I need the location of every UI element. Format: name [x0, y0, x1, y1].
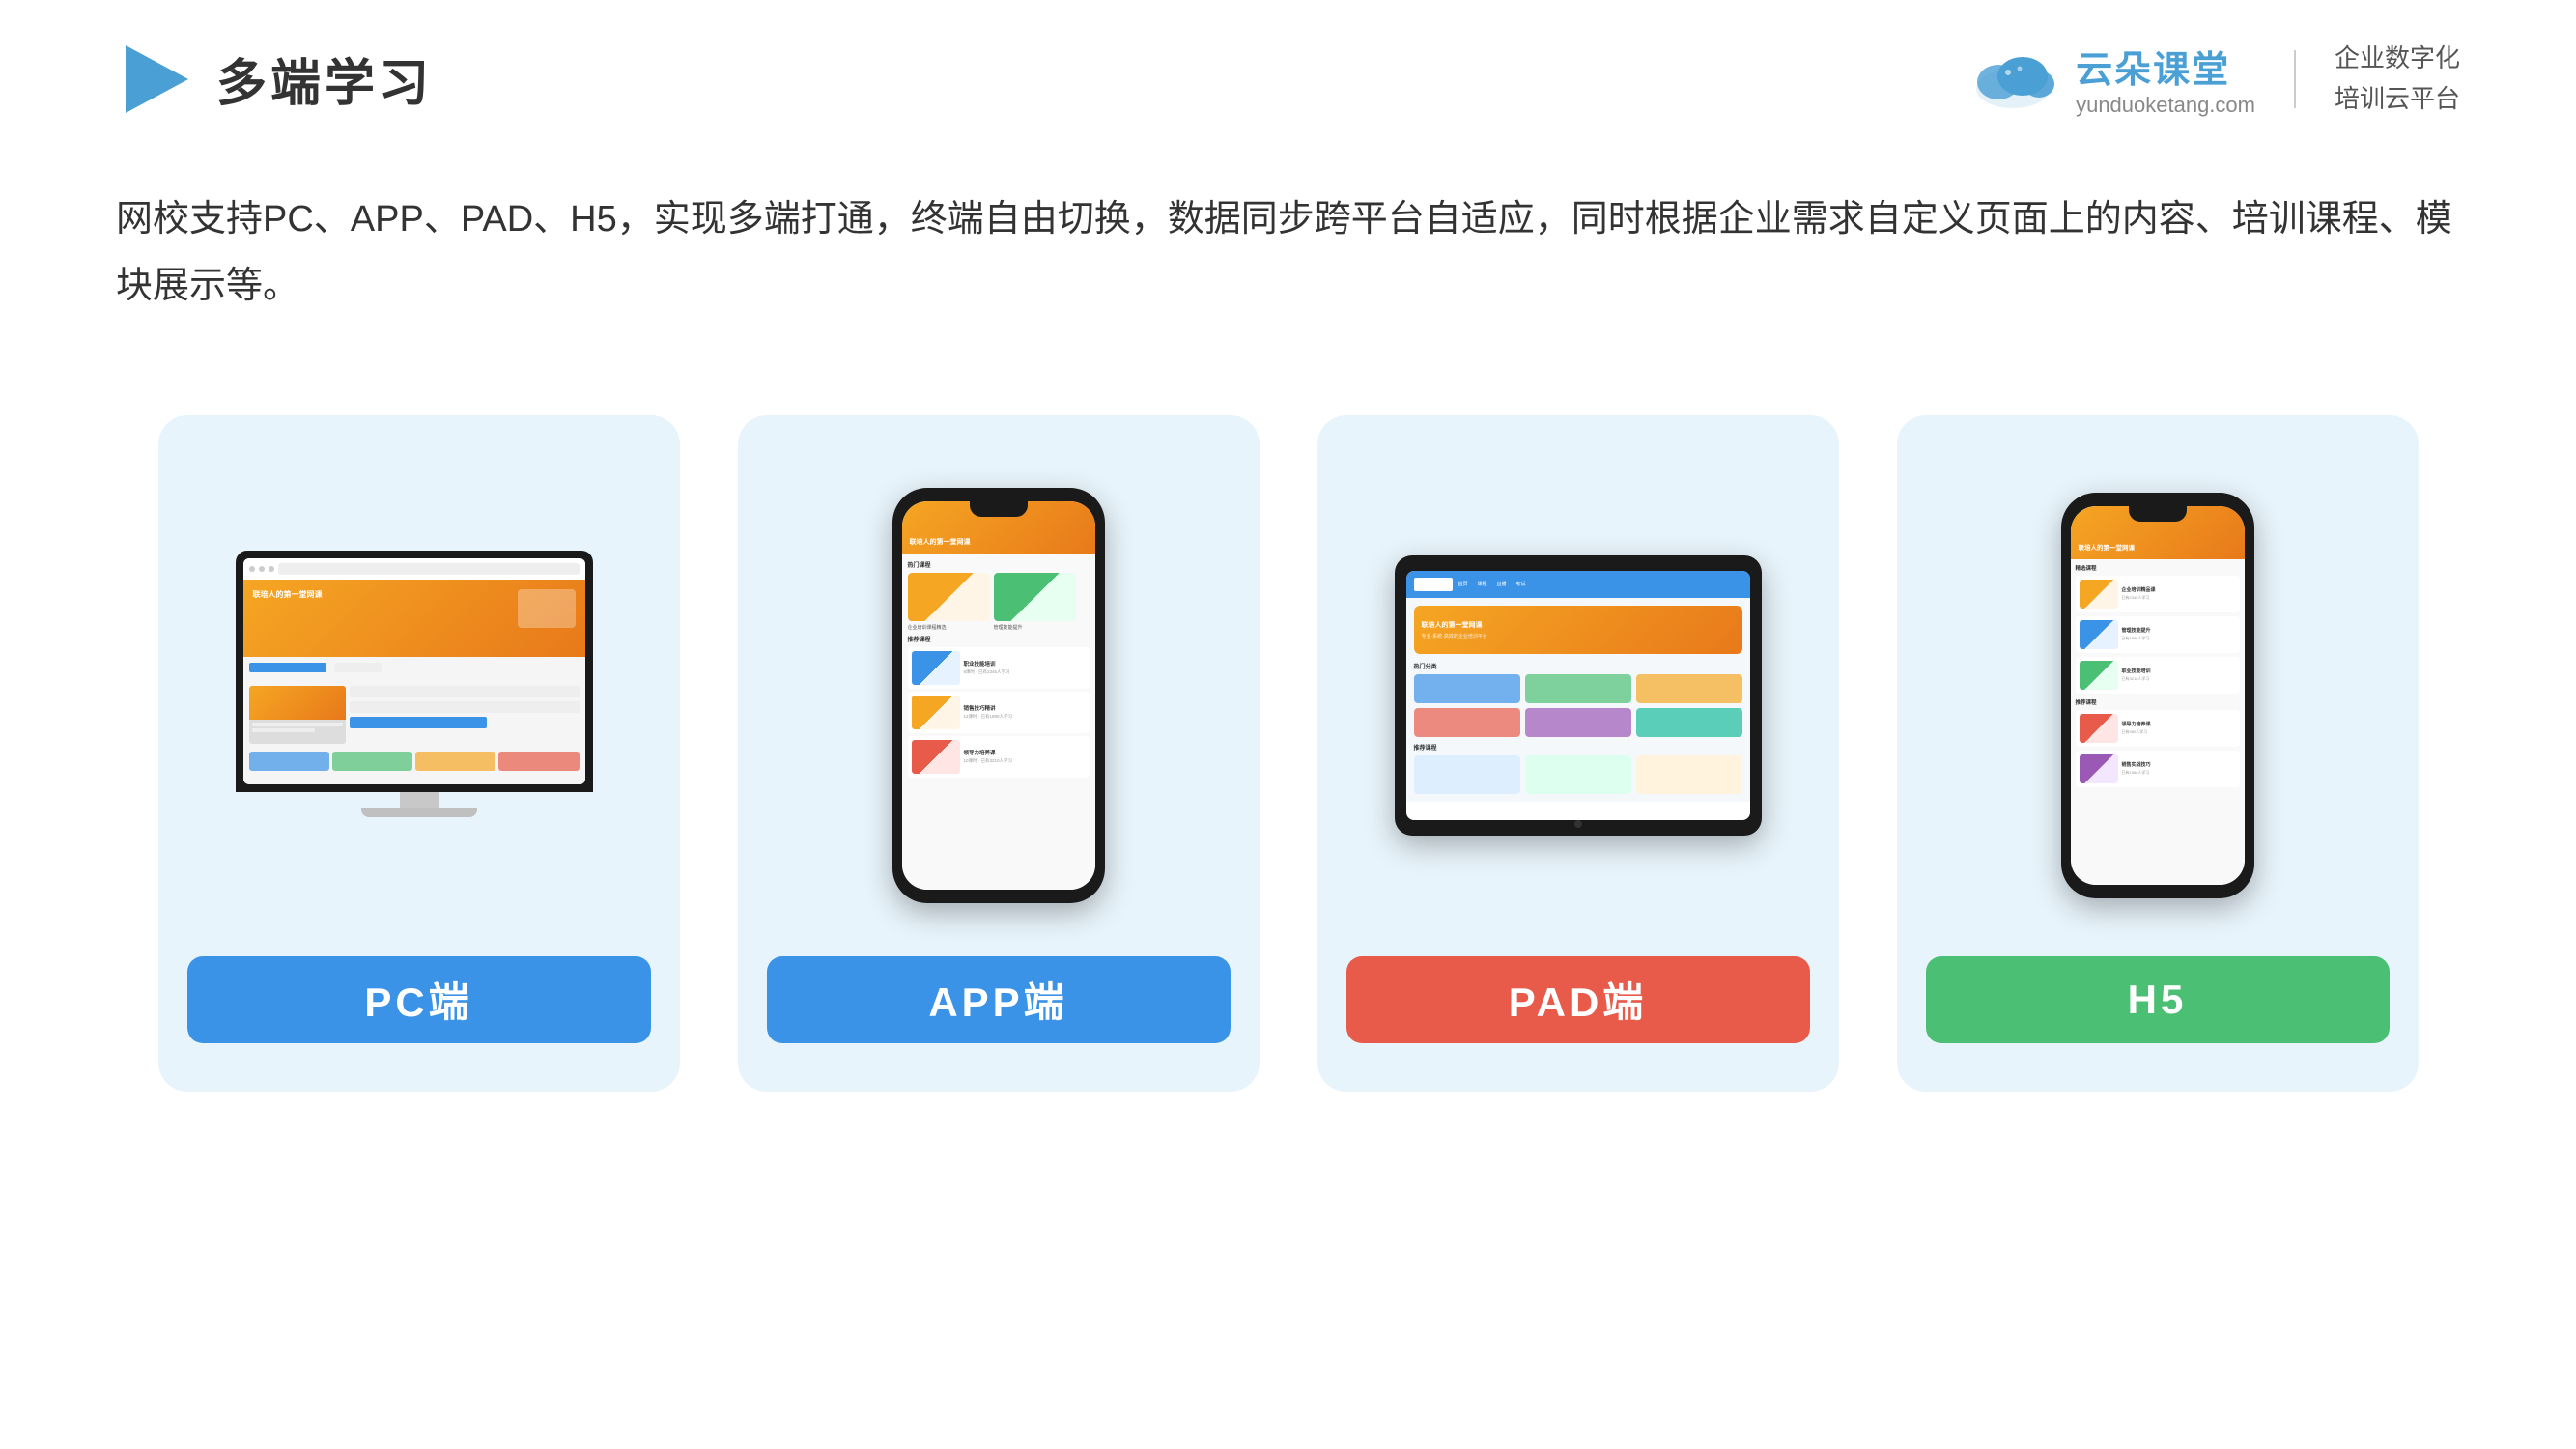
- card-pc: 联培人的第一堂网课: [158, 415, 680, 1092]
- card-h5: 联培人的第一堂网课 精选课程 企业培训精品课 已有2345人学习: [1897, 415, 2419, 1092]
- pad-label: PAD端: [1346, 956, 1810, 1043]
- logo-left: 多端学习: [116, 41, 433, 118]
- pc-label: PC端: [187, 956, 651, 1043]
- brand-info: 云朵课堂 yunduoketang.com: [2076, 40, 2255, 118]
- vertical-divider: [2294, 50, 2296, 108]
- brand-name: 云朵课堂: [2076, 40, 2255, 93]
- description-text: 网校支持PC、APP、PAD、H5，实现多端打通，终端自由切换，数据同步跨平台自…: [0, 148, 2576, 377]
- app-label: APP端: [767, 956, 1231, 1043]
- brand-url: yunduoketang.com: [2076, 93, 2255, 118]
- brand-tagline: 企业数字化 培训云平台: [2335, 39, 2460, 119]
- h5-label: H5: [1926, 956, 2390, 1043]
- pc-mock: 联培人的第一堂网课: [236, 551, 603, 840]
- h5-mock: 联培人的第一堂网课 精选课程 企业培训精品课 已有2345人学习: [2061, 493, 2254, 898]
- header: 多端学习 云朵课堂 yunduoketang.com 企业数字化 培训云平台: [0, 0, 2576, 148]
- app-device-wrap: 联培人的第一堂网课 热门课程 企业培训课程精选 管理技能提升: [767, 464, 1231, 927]
- cards-section: 联培人的第一堂网课: [0, 377, 2576, 1150]
- h5-device-wrap: 联培人的第一堂网课 精选课程 企业培训精品课 已有2345人学习: [1926, 464, 2390, 927]
- pc-device-wrap: 联培人的第一堂网课: [187, 464, 651, 927]
- logo-right: 云朵课堂 yunduoketang.com 企业数字化 培训云平台: [1969, 39, 2460, 119]
- tablet-mock: 首页 课程 直播 考试 联培人的第一堂网课 专业·系统·高效的企业培训平台: [1395, 555, 1762, 836]
- card-app: 联培人的第一堂网课 热门课程 企业培训课程精选 管理技能提升: [738, 415, 1260, 1092]
- card-pad: 首页 课程 直播 考试 联培人的第一堂网课 专业·系统·高效的企业培训平台: [1317, 415, 1839, 1092]
- page-title: 多端学习: [216, 43, 433, 115]
- pad-device-wrap: 首页 课程 直播 考试 联培人的第一堂网课 专业·系统·高效的企业培训平台: [1346, 464, 1810, 927]
- cloud-icon: [1969, 45, 2056, 113]
- play-icon: [116, 41, 193, 118]
- phone-mock: 联培人的第一堂网课 热门课程 企业培训课程精选 管理技能提升: [892, 488, 1105, 903]
